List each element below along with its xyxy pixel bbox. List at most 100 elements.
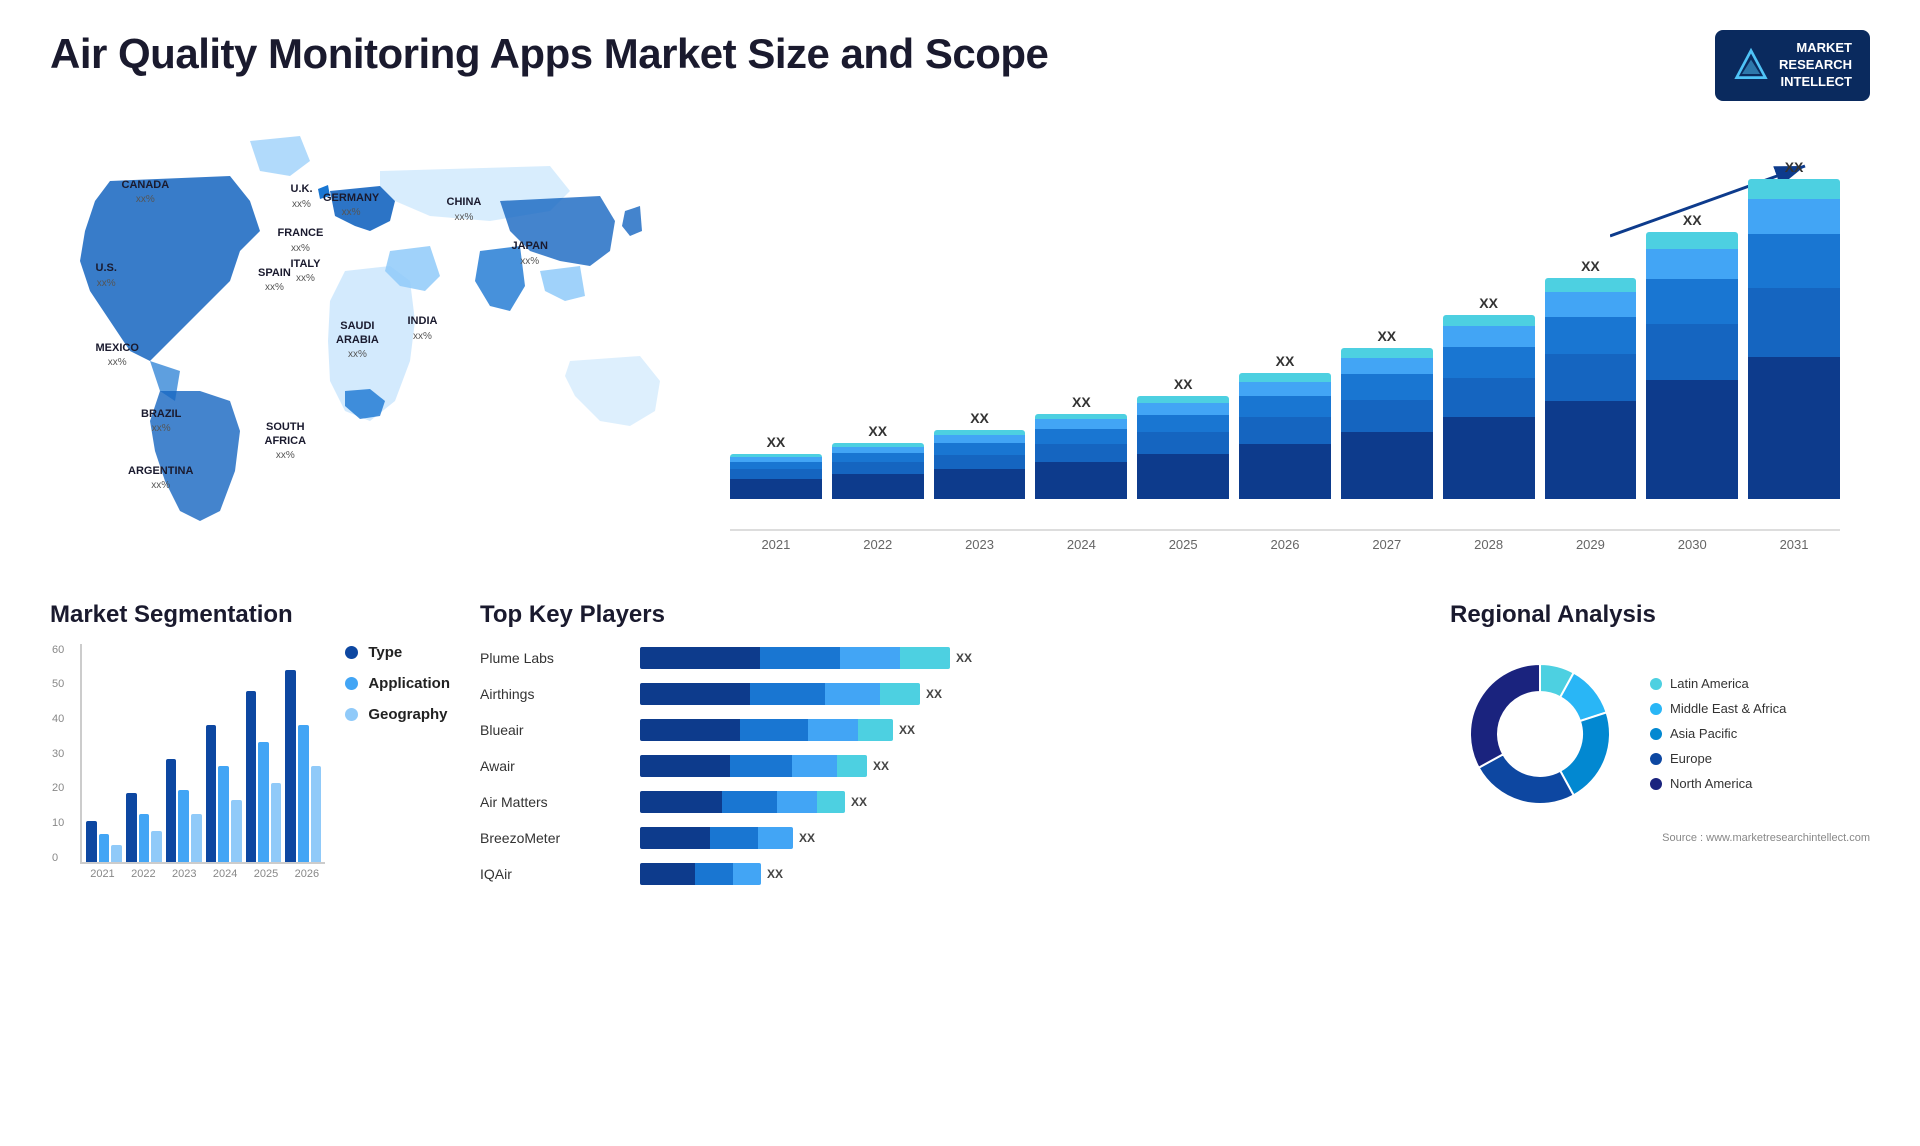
bar-top-label: XX (1683, 212, 1702, 228)
seg-group-4 (246, 652, 282, 862)
donut-container (1450, 644, 1630, 824)
bar-segment-0 (832, 474, 924, 498)
label-spain: SPAINxx% (258, 266, 291, 295)
label-brazil: BRAZILxx% (141, 407, 181, 436)
bar-segment-3 (1748, 199, 1840, 234)
seg-group-3 (206, 652, 242, 862)
label-italy: ITALYxx% (291, 257, 321, 286)
seg-bar-0-1 (99, 834, 110, 861)
label-us: U.S.xx% (96, 261, 117, 290)
seg-bar-4-1 (258, 742, 269, 862)
seg-group-0 (86, 652, 122, 862)
bar-group-2024: XX (1035, 394, 1127, 499)
seg-bar-1-1 (139, 814, 150, 862)
reg-legend-dot (1650, 703, 1662, 715)
seg-group-5 (285, 652, 321, 862)
seg-bar-0-0 (86, 821, 97, 862)
seg-bar-4-2 (271, 783, 282, 862)
bar-segment-1 (1035, 444, 1127, 462)
player-bar-row: XX (640, 824, 1420, 852)
x-axis-labels: 2021202220232024202520262027202820292030… (730, 537, 1840, 552)
seg-legend-item: Geography (345, 706, 450, 723)
bar-top-label: XX (1581, 258, 1600, 274)
bar-segment-4 (1748, 179, 1840, 200)
reg-legend-dot (1650, 753, 1662, 765)
player-bar-row: XX (640, 788, 1420, 816)
bar-segment-3 (1137, 403, 1229, 415)
bar-segment-0 (1646, 380, 1738, 498)
player-name: IQAir (480, 860, 610, 888)
bar-segment-0 (1443, 417, 1535, 498)
seg-bar-0-2 (111, 845, 122, 862)
donut-svg (1450, 644, 1630, 824)
bar-segment-0 (1341, 432, 1433, 499)
bar-segment-0 (1545, 401, 1637, 499)
bar-stack (934, 430, 1026, 499)
seg-bar-5-2 (311, 766, 322, 862)
bar-group-2031: XX (1748, 159, 1840, 499)
header: Air Quality Monitoring Apps Market Size … (50, 30, 1870, 101)
bar-group-2028: XX (1443, 295, 1535, 499)
player-name: BreezoMeter (480, 824, 610, 852)
player-bar (640, 647, 950, 669)
label-japan: JAPANxx% (512, 239, 548, 268)
x-label-2031: 2031 (1748, 537, 1840, 552)
bar-segment-3 (934, 435, 1026, 443)
seg-group-2 (166, 652, 202, 862)
seg-chart-relative: 0102030405060 202120222023202420252026 (80, 644, 325, 880)
logo-text: MARKET RESEARCH INTELLECT (1779, 40, 1852, 91)
label-france: FRANCExx% (278, 226, 324, 255)
x-label-2026: 2026 (1239, 537, 1331, 552)
segmentation-section: Market Segmentation 0102030405060 202120… (50, 601, 450, 901)
player-name: Plume Labs (480, 644, 610, 672)
bar-group-2025: XX (1137, 376, 1229, 499)
bar-top-label: XX (1377, 328, 1396, 344)
bar-segment-4 (1646, 232, 1738, 250)
x-label-2024: 2024 (1035, 537, 1127, 552)
player-bar-value: XX (767, 867, 783, 881)
seg-bar-2-1 (178, 790, 189, 862)
bar-segment-3 (1239, 382, 1331, 396)
bar-top-label: XX (1276, 353, 1295, 369)
x-label-2023: 2023 (934, 537, 1026, 552)
bar-stack (1545, 278, 1637, 499)
bar-segment-2 (832, 453, 924, 463)
regional-title: Regional Analysis (1450, 601, 1870, 629)
bar-segment-2 (1239, 396, 1331, 418)
player-name: Airthings (480, 680, 610, 708)
label-saudi-arabia: SAUDIARABIAxx% (336, 319, 379, 362)
bar-stack (1035, 414, 1127, 499)
bar-top-label: XX (970, 410, 989, 426)
bar-segment-0 (1137, 454, 1229, 499)
bar-stack (1646, 232, 1738, 499)
seg-chart-area: 0102030405060 202120222023202420252026 (50, 644, 325, 880)
player-bar-value: XX (956, 651, 972, 665)
seg-legend-item: Type (345, 644, 450, 661)
seg-bar-2-2 (191, 814, 202, 862)
bar-segment-4 (1545, 278, 1637, 293)
bar-segment-2 (1545, 317, 1637, 354)
players-names: Plume LabsAirthingsBlueairAwairAir Matte… (480, 644, 610, 888)
reg-legend-item: Latin America (1650, 676, 1786, 691)
player-bar (640, 755, 867, 777)
bar-segment-1 (730, 469, 822, 479)
reg-legend-item: Asia Pacific (1650, 726, 1786, 741)
players-title: Top Key Players (480, 601, 1420, 629)
bar-segment-1 (934, 455, 1026, 470)
seg-inner: 0102030405060 202120222023202420252026 T… (50, 644, 450, 880)
label-china: CHINAxx% (447, 195, 482, 224)
bar-segment-4 (1341, 348, 1433, 358)
page: Air Quality Monitoring Apps Market Size … (0, 0, 1920, 1146)
bar-segment-2 (1443, 347, 1535, 378)
bar-segment-1 (1137, 432, 1229, 454)
seg-bar-3-1 (218, 766, 229, 862)
map-container: CANADAxx% U.S.xx% MEXICOxx% BRAZILxx% AR… (50, 121, 700, 561)
bar-stack (1443, 315, 1535, 499)
seg-legend: TypeApplicationGeography (345, 644, 450, 723)
bar-segment-1 (1341, 400, 1433, 432)
source-text: Source : www.marketresearchintellect.com (1450, 832, 1870, 844)
player-bar-value: XX (799, 831, 815, 845)
bar-segment-0 (1748, 357, 1840, 499)
bar-group-2022: XX (832, 423, 924, 499)
reg-legend-item: North America (1650, 776, 1786, 791)
